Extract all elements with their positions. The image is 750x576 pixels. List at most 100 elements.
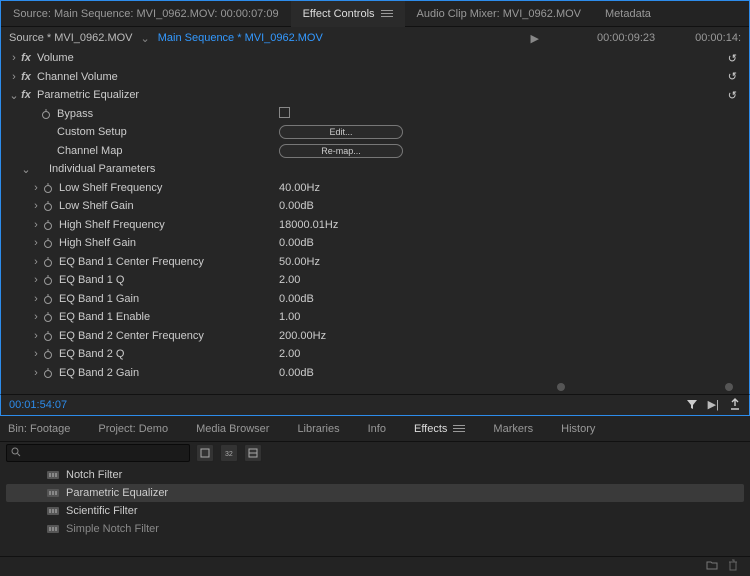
effect-volume[interactable]: › fx Volume ↺ bbox=[1, 49, 749, 68]
param-value[interactable]: 18000.01Hz bbox=[279, 219, 338, 231]
twirl-icon[interactable]: › bbox=[31, 182, 41, 194]
filter-yuv-icon[interactable] bbox=[244, 444, 262, 462]
filter-icon[interactable] bbox=[686, 398, 698, 413]
stopwatch-icon[interactable] bbox=[41, 312, 55, 322]
tab-media-browser[interactable]: Media Browser bbox=[196, 423, 269, 435]
param-label: EQ Band 1 Center Frequency bbox=[59, 256, 204, 268]
twirl-icon[interactable]: › bbox=[31, 256, 41, 268]
preset-item[interactable]: Parametric Equalizer bbox=[6, 484, 744, 502]
timeline-zoom-scrollbar[interactable] bbox=[557, 384, 733, 390]
param-bypass[interactable]: Bypass bbox=[1, 105, 749, 124]
param-value[interactable]: 200.00Hz bbox=[279, 330, 326, 342]
preset-item[interactable]: Notch Filter bbox=[6, 466, 744, 484]
stopwatch-icon[interactable] bbox=[41, 275, 55, 285]
twirl-icon[interactable]: › bbox=[9, 52, 19, 64]
param-row[interactable]: ›EQ Band 2 Gain0.00dB bbox=[1, 364, 749, 383]
stopwatch-icon[interactable] bbox=[41, 331, 55, 341]
tab-effects[interactable]: Effects bbox=[414, 423, 465, 435]
twirl-icon[interactable]: › bbox=[31, 219, 41, 231]
current-timecode[interactable]: 00:01:54:07 bbox=[9, 399, 67, 411]
effect-controls-panel: Source: Main Sequence: MVI_0962.MOV: 00:… bbox=[0, 0, 750, 394]
tab-libraries[interactable]: Libraries bbox=[297, 423, 339, 435]
stopwatch-icon[interactable] bbox=[41, 201, 55, 211]
param-row[interactable]: ›High Shelf Frequency18000.01Hz bbox=[1, 216, 749, 235]
filter-accelerated-icon[interactable] bbox=[196, 444, 214, 462]
param-row[interactable]: ›EQ Band 2 Center Frequency200.00Hz bbox=[1, 327, 749, 346]
reset-icon[interactable]: ↺ bbox=[728, 52, 737, 65]
param-value[interactable]: 50.00Hz bbox=[279, 256, 320, 268]
panel-menu-icon[interactable] bbox=[453, 425, 465, 432]
scroll-handle-right[interactable] bbox=[725, 383, 733, 391]
stopwatch-icon[interactable] bbox=[41, 294, 55, 304]
param-row[interactable]: ›EQ Band 1 Gain0.00dB bbox=[1, 290, 749, 309]
effect-channel-volume[interactable]: › fx Channel Volume ↺ bbox=[1, 68, 749, 87]
twirl-icon[interactable]: › bbox=[31, 274, 41, 286]
tab-markers[interactable]: Markers bbox=[493, 423, 533, 435]
tab-history[interactable]: History bbox=[561, 423, 595, 435]
preset-label: Scientific Filter bbox=[66, 505, 138, 517]
param-value[interactable]: 0.00dB bbox=[279, 293, 314, 305]
twirl-icon[interactable]: › bbox=[31, 330, 41, 342]
export-icon[interactable] bbox=[729, 398, 741, 413]
twirl-open-icon[interactable]: ⌄ bbox=[9, 89, 19, 102]
tab-project[interactable]: Project: Demo bbox=[98, 423, 168, 435]
twirl-icon[interactable]: › bbox=[9, 71, 19, 83]
param-row[interactable]: ›EQ Band 1 Enable1.00 bbox=[1, 308, 749, 327]
preset-item[interactable]: Simple Notch Filter bbox=[6, 520, 744, 538]
effect-controls-footer: 00:01:54:07 ▶| bbox=[0, 394, 750, 416]
preset-item[interactable]: Scientific Filter bbox=[6, 502, 744, 520]
playhead-icon[interactable]: ▶ bbox=[531, 32, 539, 45]
chevron-down-icon[interactable]: ⌄ bbox=[141, 32, 150, 45]
param-label: Bypass bbox=[57, 108, 93, 120]
param-value[interactable]: 0.00dB bbox=[279, 237, 314, 249]
play-only-icon[interactable]: ▶| bbox=[708, 398, 719, 413]
twirl-icon[interactable]: › bbox=[31, 311, 41, 323]
edit-button[interactable]: Edit... bbox=[279, 125, 403, 139]
param-row[interactable]: ›EQ Band 2 Q2.00 bbox=[1, 345, 749, 364]
param-row[interactable]: ›Low Shelf Frequency40.00Hz bbox=[1, 179, 749, 198]
param-value[interactable]: 0.00dB bbox=[279, 367, 314, 379]
param-value[interactable]: 0.00dB bbox=[279, 200, 314, 212]
tab-source[interactable]: Source: Main Sequence: MVI_0962.MOV: 00:… bbox=[1, 1, 291, 27]
sequence-label[interactable]: Main Sequence * MVI_0962.MOV bbox=[158, 32, 323, 44]
twirl-icon[interactable]: › bbox=[31, 293, 41, 305]
remap-button[interactable]: Re-map... bbox=[279, 144, 403, 158]
tab-metadata[interactable]: Metadata bbox=[593, 1, 663, 27]
twirl-icon[interactable]: › bbox=[31, 367, 41, 379]
param-value[interactable]: 2.00 bbox=[279, 274, 300, 286]
twirl-icon[interactable]: › bbox=[31, 200, 41, 212]
stopwatch-icon[interactable] bbox=[41, 368, 55, 378]
trash-icon[interactable] bbox=[728, 559, 738, 574]
tab-bin[interactable]: Bin: Footage bbox=[8, 423, 70, 435]
twirl-open-icon[interactable]: ⌄ bbox=[21, 163, 31, 176]
stopwatch-icon[interactable] bbox=[41, 183, 55, 193]
effect-parametric-eq[interactable]: ⌄ fx Parametric Equalizer ↺ bbox=[1, 86, 749, 105]
param-group-individual[interactable]: ⌄ Individual Parameters bbox=[1, 160, 749, 179]
tab-info[interactable]: Info bbox=[368, 423, 386, 435]
bypass-checkbox[interactable] bbox=[279, 107, 290, 118]
twirl-icon[interactable]: › bbox=[31, 348, 41, 360]
param-row[interactable]: ›EQ Band 1 Q2.00 bbox=[1, 271, 749, 290]
param-row[interactable]: › EQ Band 1 Center Frequency 50.00Hz bbox=[1, 253, 749, 272]
search-input[interactable] bbox=[6, 444, 190, 462]
param-value[interactable]: 40.00Hz bbox=[279, 182, 320, 194]
stopwatch-icon[interactable] bbox=[39, 109, 53, 119]
param-value[interactable]: 2.00 bbox=[279, 348, 300, 360]
filter-32bit-icon[interactable]: 32 bbox=[220, 444, 238, 462]
tab-effect-controls[interactable]: Effect Controls bbox=[291, 1, 405, 27]
source-sequence-row: Source * MVI_0962.MOV ⌄ Main Sequence * … bbox=[1, 27, 749, 49]
stopwatch-icon[interactable] bbox=[41, 238, 55, 248]
source-clip-label[interactable]: Source * MVI_0962.MOV bbox=[9, 32, 133, 44]
param-row[interactable]: ›High Shelf Gain0.00dB bbox=[1, 234, 749, 253]
scroll-handle-left[interactable] bbox=[557, 383, 565, 391]
param-row[interactable]: ›Low Shelf Gain0.00dB bbox=[1, 197, 749, 216]
twirl-icon[interactable]: › bbox=[31, 237, 41, 249]
reset-icon[interactable]: ↺ bbox=[728, 70, 737, 83]
stopwatch-icon[interactable] bbox=[41, 349, 55, 359]
reset-icon[interactable]: ↺ bbox=[728, 89, 737, 102]
tab-audio-mixer[interactable]: Audio Clip Mixer: MVI_0962.MOV bbox=[405, 1, 593, 27]
stopwatch-icon[interactable] bbox=[41, 220, 55, 230]
panel-menu-icon[interactable] bbox=[381, 10, 393, 17]
param-value[interactable]: 1.00 bbox=[279, 311, 300, 323]
stopwatch-icon[interactable] bbox=[41, 257, 55, 267]
